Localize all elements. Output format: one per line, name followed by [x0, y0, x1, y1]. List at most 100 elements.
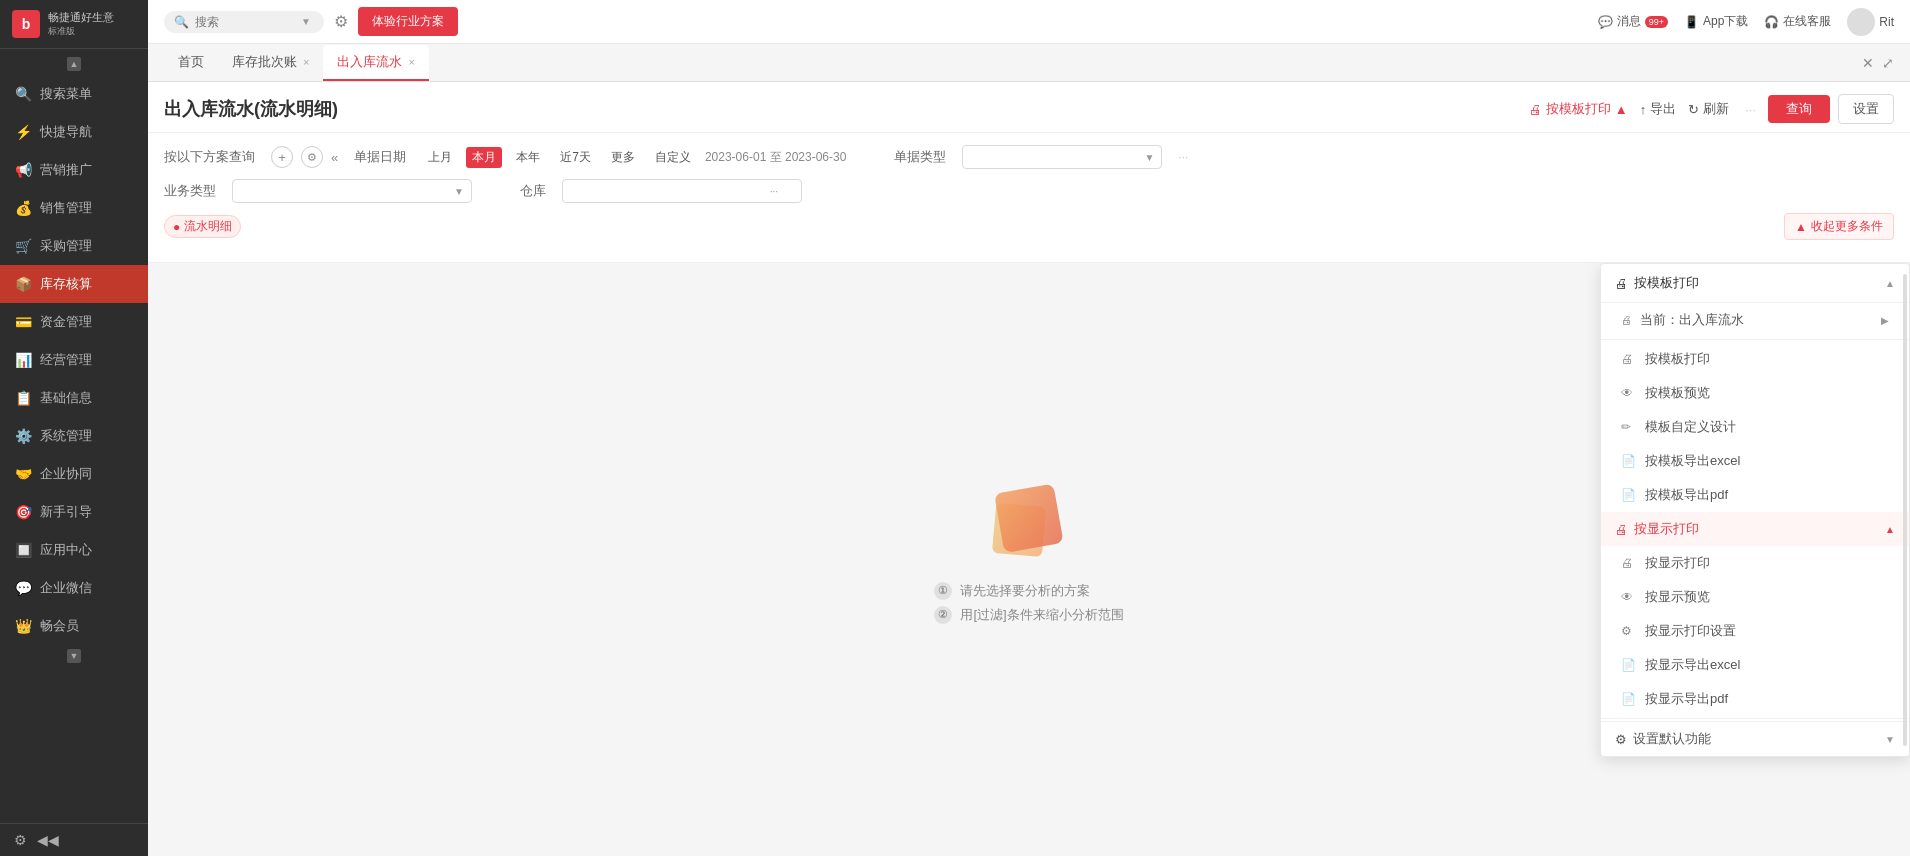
- chevron-up-icon: ▲: [1795, 220, 1807, 234]
- topbar-search-wrap[interactable]: 🔍 ▼: [164, 11, 324, 33]
- date-btn-7days[interactable]: 近7天: [554, 147, 597, 168]
- date-btn-this-month[interactable]: 本月: [466, 147, 502, 168]
- current-icon: 🖨: [1621, 314, 1632, 326]
- sidebar-item-label: 快捷导航: [40, 123, 92, 141]
- filter-tag[interactable]: ● 流水明细: [164, 215, 241, 238]
- warehouse-input[interactable]: [562, 179, 802, 203]
- set-default-item[interactable]: ⚙ 设置默认功能: [1615, 730, 1711, 748]
- voucher-type-more-icon[interactable]: ···: [1178, 150, 1188, 164]
- tab-batch[interactable]: 库存批次账 ×: [218, 45, 323, 81]
- sidebar-item-vip[interactable]: 👑 畅会员: [0, 607, 148, 645]
- topbar-message[interactable]: 💬 消息 99+: [1598, 13, 1668, 30]
- sidebar-item-search[interactable]: 🔍 搜索菜单: [0, 75, 148, 113]
- settings-icon[interactable]: ⚙: [14, 832, 27, 848]
- voucher-type-select-wrap[interactable]: ▼: [962, 145, 1162, 169]
- tab-flow-close[interactable]: ×: [408, 56, 414, 68]
- print-template-btn[interactable]: 🖨 按模板打印 ▲: [1529, 100, 1628, 118]
- sidebar-item-inventory[interactable]: 📦 库存核算: [0, 265, 148, 303]
- dropdown-item-template-excel[interactable]: 📄 按模板导出excel: [1601, 444, 1909, 478]
- sidebar-item-wechat[interactable]: 💬 企业微信: [0, 569, 148, 607]
- display-section-label: 按显示打印: [1634, 520, 1699, 538]
- dropdown-footer[interactable]: ⚙ 设置默认功能 ▼: [1601, 721, 1909, 756]
- filter-settings-btn[interactable]: ⚙: [301, 146, 323, 168]
- collapse-sidebar-icon[interactable]: ◀◀: [37, 832, 59, 848]
- dropdown-item-template-custom[interactable]: ✏ 模板自定义设计: [1601, 410, 1909, 444]
- window-close-btn[interactable]: ✕: [1862, 55, 1874, 71]
- sidebar-item-label: 搜索菜单: [40, 85, 92, 103]
- dropdown-item-display-pdf[interactable]: 📄 按显示导出pdf: [1601, 682, 1909, 716]
- sidebar-item-appstore[interactable]: 🔲 应用中心: [0, 531, 148, 569]
- business-type-label: 业务类型: [164, 182, 216, 200]
- collapse-filter-btn[interactable]: ▲ 收起更多条件: [1784, 213, 1894, 240]
- refresh-btn[interactable]: ↻ 刷新: [1688, 100, 1729, 118]
- dropdown-item-template-pdf[interactable]: 📄 按模板导出pdf: [1601, 478, 1909, 512]
- sidebar-item-label: 应用中心: [40, 541, 92, 559]
- sidebar-item-sales[interactable]: 💰 销售管理: [0, 189, 148, 227]
- date-btn-custom[interactable]: 自定义: [649, 147, 697, 168]
- topbar-online-service[interactable]: 🎧 在线客服: [1764, 13, 1831, 30]
- app-name: 畅捷通好生意: [48, 10, 114, 24]
- filter-actions: + ⚙ «: [271, 146, 338, 168]
- topbar-app-download[interactable]: 📱 App下载: [1684, 13, 1748, 30]
- export-label: 导出: [1650, 100, 1676, 118]
- sidebar-scroll-up[interactable]: ▲: [67, 57, 81, 71]
- filter-collapse-btn[interactable]: «: [331, 150, 338, 165]
- date-btn-last-month[interactable]: 上月: [422, 147, 458, 168]
- topbar-gear-icon[interactable]: ⚙: [334, 12, 348, 31]
- page-header: 出入库流水(流水明细) 🖨 按模板打印 ▲ ↑ 导出 ↻ 刷新 ··· 查询: [148, 82, 1910, 133]
- sidebar-item-system[interactable]: ⚙️ 系统管理: [0, 417, 148, 455]
- window-maximize-btn[interactable]: ⤢: [1882, 55, 1894, 71]
- tab-flow[interactable]: 出入库流水 ×: [323, 45, 428, 81]
- sidebar-item-shortcut[interactable]: ⚡ 快捷导航: [0, 113, 148, 151]
- filter-add-btn[interactable]: +: [271, 146, 293, 168]
- tab-batch-label: 库存批次账: [232, 53, 297, 71]
- query-button[interactable]: 查询: [1768, 95, 1830, 123]
- sidebar-item-finance[interactable]: 💳 资金管理: [0, 303, 148, 341]
- warehouse-select-wrap[interactable]: ···: [562, 179, 802, 203]
- tab-batch-close[interactable]: ×: [303, 56, 309, 68]
- dropdown-item-template-preview[interactable]: 👁 按模板预览: [1601, 376, 1909, 410]
- dropdown-item-display-settings[interactable]: ⚙ 按显示打印设置: [1601, 614, 1909, 648]
- topbar-search-dropdown-icon[interactable]: ▼: [301, 16, 311, 27]
- dropdown-item-template-print[interactable]: 🖨 按模板打印: [1601, 342, 1909, 376]
- topbar-user[interactable]: Rit: [1847, 8, 1894, 36]
- divider-1: [1601, 339, 1909, 340]
- finance-icon: 💳: [14, 314, 32, 330]
- sidebar-item-purchase[interactable]: 🛒 采购管理: [0, 227, 148, 265]
- sidebar-scroll-down[interactable]: ▼: [67, 649, 81, 663]
- sidebar-item-marketing[interactable]: 📢 营销推广: [0, 151, 148, 189]
- divider-2: [1601, 718, 1909, 719]
- dropdown-current-item[interactable]: 🖨 当前：出入库流水 ▶: [1601, 303, 1909, 337]
- date-btn-more[interactable]: 更多: [605, 147, 641, 168]
- dropdown-header-arrow[interactable]: ▲: [1885, 278, 1895, 289]
- display-excel-icon: 📄: [1621, 658, 1637, 672]
- dropdown-item-display-excel[interactable]: 📄 按显示导出excel: [1601, 648, 1909, 682]
- set-button[interactable]: 设置: [1838, 94, 1894, 124]
- dropdown-item-display-preview[interactable]: 👁 按显示预览: [1601, 580, 1909, 614]
- sidebar-item-newbie[interactable]: 🎯 新手引导: [0, 493, 148, 531]
- marketing-icon: 📢: [14, 162, 32, 178]
- business-type-select-wrap[interactable]: ▼: [232, 179, 472, 203]
- dropdown-scrollbar[interactable]: [1903, 274, 1907, 746]
- sidebar-item-label: 营销推广: [40, 161, 92, 179]
- template-pdf-icon: 📄: [1621, 488, 1637, 502]
- business-type-select[interactable]: [232, 179, 472, 203]
- sidebar-item-basic[interactable]: 📋 基础信息: [0, 379, 148, 417]
- trial-button[interactable]: 体验行业方案: [358, 7, 458, 36]
- wechat-icon: 💬: [14, 580, 32, 596]
- topbar-search-input[interactable]: [195, 15, 295, 29]
- voucher-type-select[interactable]: [962, 145, 1162, 169]
- current-arrow: ▶: [1881, 315, 1889, 326]
- export-btn[interactable]: ↑ 导出: [1640, 100, 1677, 118]
- tag-icon: ●: [173, 220, 180, 234]
- date-btn-this-year[interactable]: 本年: [510, 147, 546, 168]
- newbie-icon: 🎯: [14, 504, 32, 520]
- filter-prefix-label: 按以下方案查询: [164, 148, 255, 166]
- sidebar-item-collab[interactable]: 🤝 企业协同: [0, 455, 148, 493]
- display-section-header[interactable]: 🖨 按显示打印 ▲: [1601, 512, 1909, 546]
- template-print-icon: 🖨: [1621, 352, 1637, 366]
- dropdown-item-display-print[interactable]: 🖨 按显示打印: [1601, 546, 1909, 580]
- sidebar-item-operation[interactable]: 📊 经营管理: [0, 341, 148, 379]
- tab-home[interactable]: 首页: [164, 45, 218, 81]
- template-excel-label: 按模板导出excel: [1645, 452, 1740, 470]
